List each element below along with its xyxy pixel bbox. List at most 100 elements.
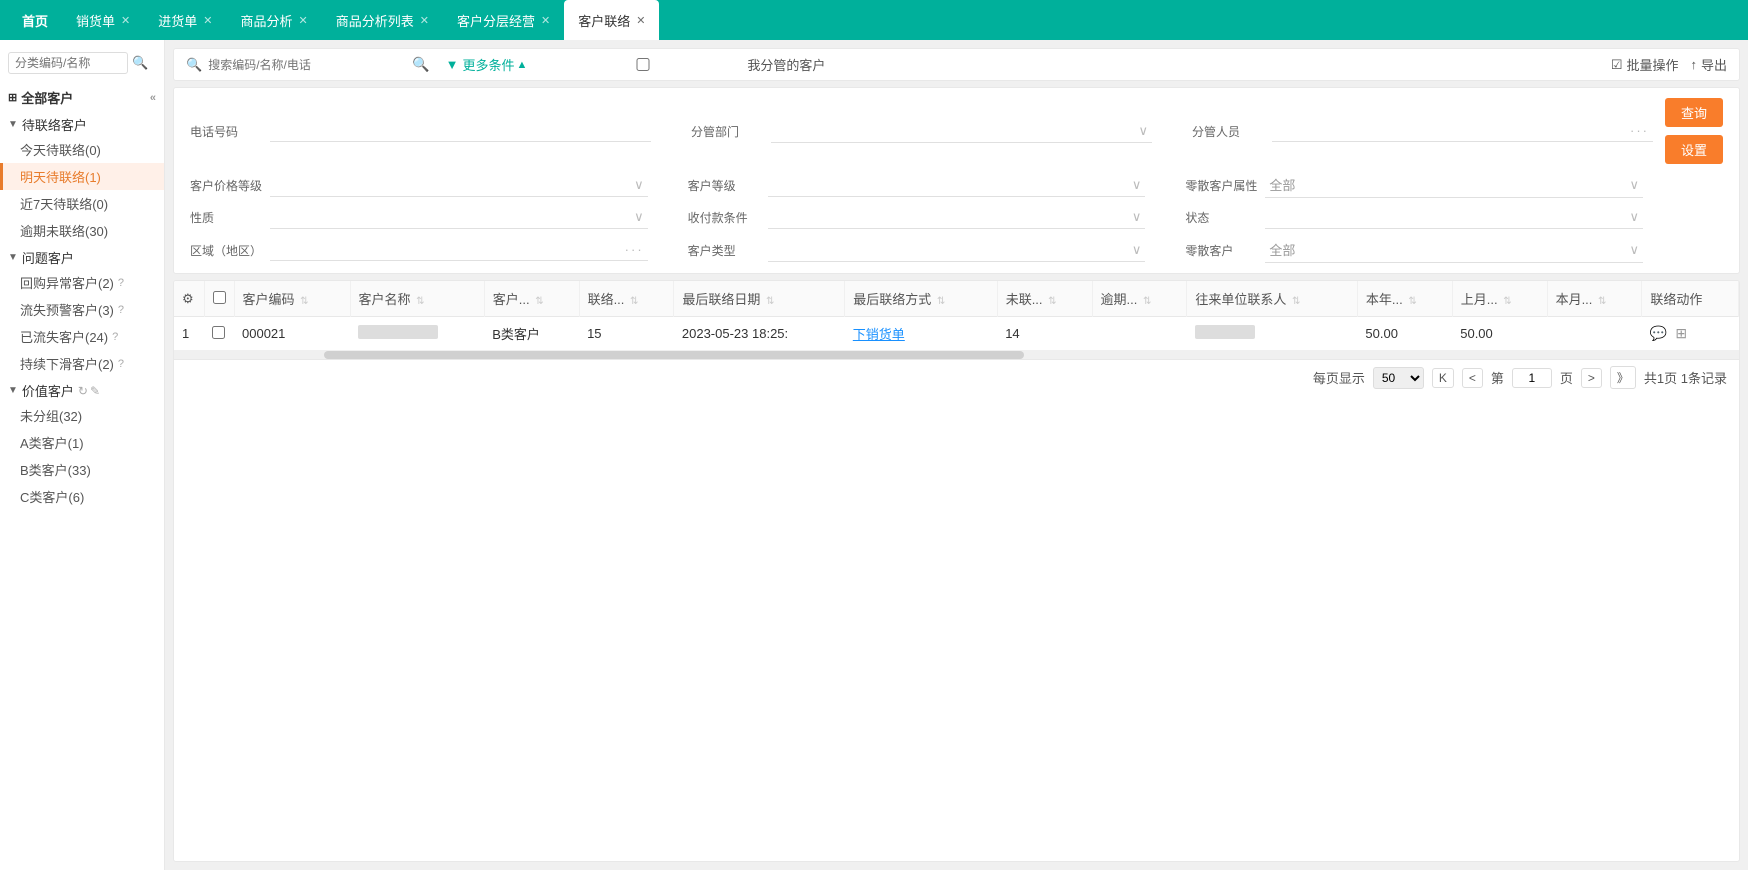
filter-payment-select[interactable]: ∨ (768, 206, 1146, 229)
nav-home-label: 首页 (22, 11, 48, 30)
batch-operation-btn[interactable]: ☑ 批量操作 (1611, 55, 1679, 74)
value-group-refresh[interactable]: ↻ (78, 384, 88, 398)
filter-row-4: 区域（地区） ··· 客户类型 ∨ 零散客户 (190, 237, 1723, 263)
my-customers-toggle[interactable]: 我分管的客户 (543, 55, 825, 74)
filter-more-btn[interactable]: ▼ 更多条件 ▲ (446, 55, 528, 74)
value-group-edit[interactable]: ✎ (90, 384, 100, 398)
col-checkbox[interactable] (204, 281, 234, 317)
col-code[interactable]: 客户编码 ⇅ (234, 281, 350, 317)
action-grid-icon[interactable]: ⊞ (1675, 325, 1687, 342)
filter-phone-input[interactable] (270, 121, 651, 142)
filter-scattered-customer-select[interactable]: 全部 ∨ (1265, 237, 1643, 263)
filter-scattered-attr-label: 零散客户属性 (1185, 177, 1265, 194)
sidebar-item-ungrouped[interactable]: 未分组(32) (0, 402, 164, 429)
my-customers-checkbox[interactable] (543, 58, 743, 71)
query-button[interactable]: 查询 (1665, 98, 1723, 127)
row-checkbox[interactable] (212, 326, 225, 339)
nav-goods-analysis-close[interactable]: ✕ (299, 14, 308, 27)
sidebar-item-churn-warning[interactable]: 流失预警客户(3) ? (0, 296, 164, 323)
last-method-link[interactable]: 下销货单 (853, 327, 905, 342)
group-problem-label[interactable]: ▼ 问题客户 (0, 244, 164, 269)
sidebar-all-customers[interactable]: ⊞ 全部客户 « (0, 84, 164, 111)
sidebar-item-type-b[interactable]: B类客户(33) (0, 456, 164, 483)
nav-item-goods-analysis-list[interactable]: 商品分析列表 ✕ (322, 0, 443, 40)
horizontal-scrollbar[interactable] (174, 351, 1739, 359)
page-first-btn[interactable]: K (1432, 368, 1454, 388)
filter-customer-type-select[interactable]: ∨ (768, 239, 1146, 262)
nav-customer-contact-close[interactable]: ✕ (636, 14, 645, 27)
nav-item-customer-layer[interactable]: 客户分层经营 ✕ (443, 0, 564, 40)
sort-uncontacted-icon: ⇅ (1048, 296, 1056, 307)
sidebar-item-tomorrow[interactable]: 明天待联络(1) (0, 163, 164, 190)
sidebar-item-churned[interactable]: 已流失客户(24) ? (0, 323, 164, 350)
sidebar-item-type-c[interactable]: C类客户(6) (0, 483, 164, 510)
col-overdue[interactable]: 逾期... ⇅ (1092, 281, 1187, 317)
sidebar-item-repurchase[interactable]: 回购异常客户(2) ? (0, 269, 164, 296)
cell-index: 1 (174, 317, 204, 351)
col-type[interactable]: 客户... ⇅ (484, 281, 579, 317)
nav-customer-layer-close[interactable]: ✕ (541, 14, 550, 27)
filter-scattered-attr-select[interactable]: 全部 ∨ (1265, 172, 1643, 198)
col-this-year[interactable]: 本年... ⇅ (1357, 281, 1452, 317)
col-contact-person[interactable]: 往来单位联系人 ⇅ (1187, 281, 1358, 317)
sidebar-item-today[interactable]: 今天待联络(0) (0, 136, 164, 163)
sidebar-item-declining[interactable]: 持续下滑客户(2) ? (0, 350, 164, 377)
cell-checkbox[interactable] (204, 317, 234, 351)
nav-item-customer-contact[interactable]: 客户联络 ✕ (564, 0, 659, 40)
page-end-label: 页 (1560, 368, 1573, 387)
sort-contact-count-icon: ⇅ (630, 296, 638, 307)
col-name[interactable]: 客户名称 ⇅ (350, 281, 484, 317)
nav-purchase-close[interactable]: ✕ (203, 14, 212, 27)
action-comment-icon[interactable]: 💬 (1650, 325, 1667, 342)
page-last-btn[interactable]: 》 (1610, 366, 1636, 389)
nav-item-home[interactable]: 首页 (8, 0, 62, 40)
filter-manager-select[interactable]: ··· (1272, 120, 1653, 142)
settings-button[interactable]: 设置 (1665, 135, 1723, 164)
nav-goods-list-close[interactable]: ✕ (420, 14, 429, 27)
group-value-label[interactable]: ▼ 价值客户 ↻ ✎ (0, 377, 164, 402)
filter-customer-type-field: 客户类型 ∨ (688, 239, 1146, 262)
col-last-date[interactable]: 最后联络日期 ⇅ (674, 281, 845, 317)
filter-region-select[interactable]: ··· (270, 239, 648, 261)
nav-sales-close[interactable]: ✕ (121, 14, 130, 27)
page-prev-btn[interactable]: < (1462, 368, 1483, 388)
sort-last-method-icon: ⇅ (937, 296, 945, 307)
col-settings[interactable]: ⚙ (174, 281, 204, 317)
filter-search-input[interactable] (208, 58, 408, 72)
filter-search-btn[interactable]: 🔍 (412, 56, 429, 73)
sidebar-search-input[interactable] (8, 52, 128, 74)
sidebar-item-type-a[interactable]: A类客户(1) (0, 429, 164, 456)
sidebar-overdue-label: 逾期未联络(30) (20, 221, 108, 240)
nav-item-purchase[interactable]: 进货单 ✕ (144, 0, 226, 40)
filter-dept-select[interactable]: ∨ (771, 120, 1152, 143)
sidebar-search-icon[interactable]: 🔍 (132, 55, 148, 71)
churned-help-icon[interactable]: ? (112, 331, 118, 343)
nav-item-goods-analysis[interactable]: 商品分析 ✕ (226, 0, 321, 40)
collapse-icon[interactable]: « (150, 92, 156, 104)
col-last-method[interactable]: 最后联络方式 ⇅ (845, 281, 997, 317)
filter-row-3: 性质 ∨ 收付款条件 ∨ 状态 (190, 206, 1723, 229)
sidebar-item-week7[interactable]: 近7天待联络(0) (0, 190, 164, 217)
declining-help-icon[interactable]: ? (118, 358, 124, 370)
filter-nature-select[interactable]: ∨ (270, 206, 648, 229)
page-next-btn[interactable]: > (1581, 368, 1602, 388)
churn-warning-help-icon[interactable]: ? (118, 304, 124, 316)
filter-customer-level-select[interactable]: ∨ (768, 174, 1146, 197)
repurchase-help-icon[interactable]: ? (118, 277, 124, 289)
filter-price-level-select[interactable]: ∨ (270, 174, 648, 197)
scrollbar-thumb[interactable] (324, 351, 1024, 359)
filter-status-select[interactable]: ∨ (1265, 206, 1643, 229)
select-all-checkbox[interactable] (213, 291, 226, 304)
col-uncontacted[interactable]: 未联... ⇅ (997, 281, 1092, 317)
col-this-month[interactable]: 本月... ⇅ (1547, 281, 1642, 317)
group-pending-label[interactable]: ▼ 待联络客户 (0, 111, 164, 136)
page-number-input[interactable] (1512, 368, 1552, 388)
nav-item-sales[interactable]: 销货单 ✕ (62, 0, 144, 40)
filter-scattered-customer-value: 全部 (1269, 240, 1295, 259)
cell-last-method[interactable]: 下销货单 (845, 317, 997, 351)
per-page-select[interactable]: 50 100 200 (1373, 367, 1424, 389)
col-contact-count[interactable]: 联络... ⇅ (579, 281, 674, 317)
export-btn[interactable]: ↑ 导出 (1690, 55, 1727, 74)
col-last-month[interactable]: 上月... ⇅ (1452, 281, 1547, 317)
sidebar-item-overdue[interactable]: 逾期未联络(30) (0, 217, 164, 244)
